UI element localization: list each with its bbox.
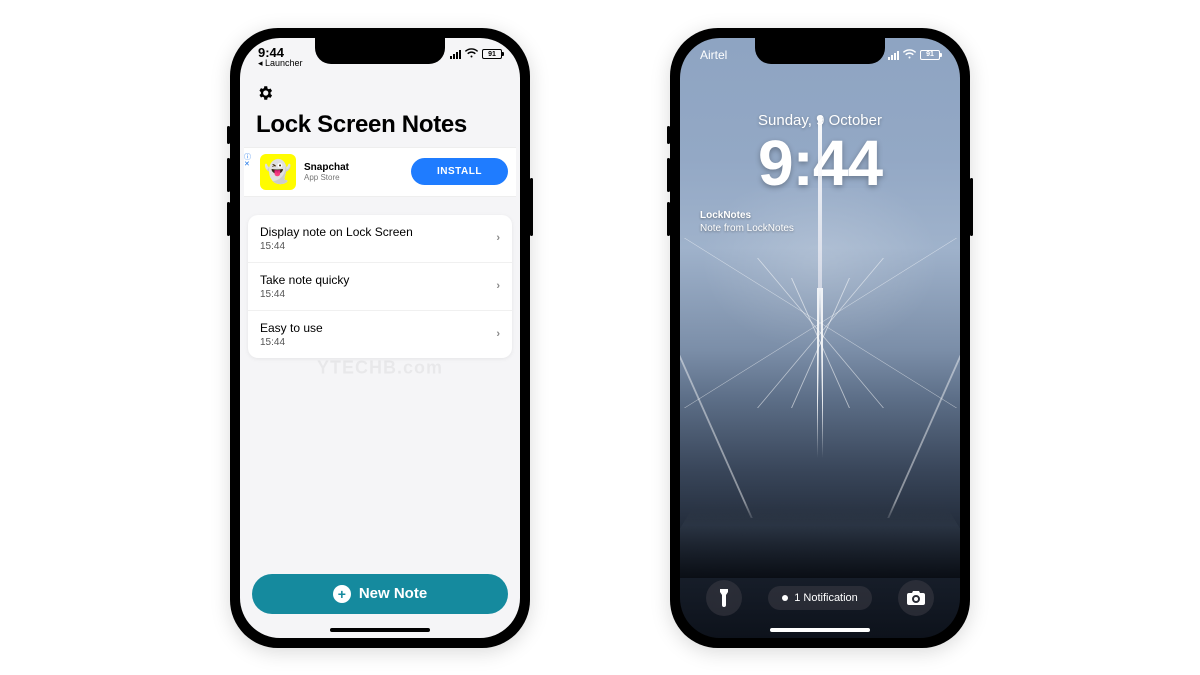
note-time: 15:44 (260, 289, 349, 300)
notch (315, 38, 445, 64)
note-title: Easy to use (260, 321, 323, 335)
wallpaper-bridge-pylon (817, 288, 823, 458)
home-indicator[interactable] (330, 628, 430, 632)
side-button (227, 158, 230, 192)
plus-circle-icon: + (333, 585, 351, 603)
flashlight-button[interactable] (706, 580, 742, 616)
flashlight-icon (717, 589, 731, 607)
side-button (227, 202, 230, 236)
chevron-right-icon: › (496, 232, 500, 244)
snapchat-icon: 👻 (260, 154, 296, 190)
gear-icon (256, 84, 274, 102)
phone-mockup-lockscreen: Airtel 91 Sunday, 9 October 9:44 LockNot… (670, 28, 970, 648)
wifi-icon (465, 48, 478, 61)
ad-app-name: Snapchat (304, 162, 403, 173)
battery-icon: 91 (920, 50, 940, 60)
notification-pill[interactable]: 1 Notification (768, 586, 872, 610)
battery-icon: 91 (482, 49, 502, 59)
side-button (667, 126, 670, 144)
phone-mockup-app: 9:44 ◂ Launcher 91 Lock Screen Notes ⓘ✕ … (230, 28, 530, 648)
back-to-app[interactable]: ◂ Launcher (258, 59, 303, 68)
camera-button[interactable] (898, 580, 934, 616)
chevron-right-icon: › (496, 280, 500, 292)
settings-button[interactable] (240, 80, 520, 109)
carrier-label: Airtel (700, 48, 727, 62)
side-button (530, 178, 533, 236)
note-time: 15:44 (260, 337, 323, 348)
side-button (667, 202, 670, 236)
dot-icon (782, 595, 788, 601)
note-time: 15:44 (260, 241, 413, 252)
wifi-icon (903, 48, 916, 62)
side-button (667, 158, 670, 192)
watermark: YTECHB.com (317, 357, 443, 378)
notification-label: 1 Notification (794, 592, 858, 604)
home-indicator[interactable] (770, 628, 870, 632)
note-row[interactable]: Easy to use 15:44 › (248, 311, 512, 358)
install-button[interactable]: INSTALL (411, 158, 508, 185)
notch (755, 38, 885, 64)
chevron-right-icon: › (496, 328, 500, 340)
signal-icon (450, 49, 461, 59)
ad-store-label: App Store (304, 173, 403, 182)
new-note-label: New Note (359, 585, 427, 602)
note-title: Display note on Lock Screen (260, 225, 413, 239)
camera-icon (907, 591, 925, 605)
note-row[interactable]: Display note on Lock Screen 15:44 › (248, 215, 512, 263)
ad-markers: ⓘ✕ (244, 154, 251, 169)
wallpaper-bridge-deck (680, 475, 960, 577)
ad-banner[interactable]: ⓘ✕ 👻 Snapchat App Store INSTALL (244, 147, 516, 197)
signal-icon (888, 50, 899, 60)
note-title: Take note quicky (260, 273, 349, 287)
notes-list: Display note on Lock Screen 15:44 › Take… (248, 215, 512, 358)
new-note-button[interactable]: + New Note (252, 574, 508, 614)
side-button (227, 126, 230, 144)
status-time: 9:44 (258, 46, 303, 60)
page-title: Lock Screen Notes (240, 109, 520, 147)
status-right: 91 (450, 48, 502, 61)
side-button (970, 178, 973, 236)
note-row[interactable]: Take note quicky 15:44 › (248, 263, 512, 311)
